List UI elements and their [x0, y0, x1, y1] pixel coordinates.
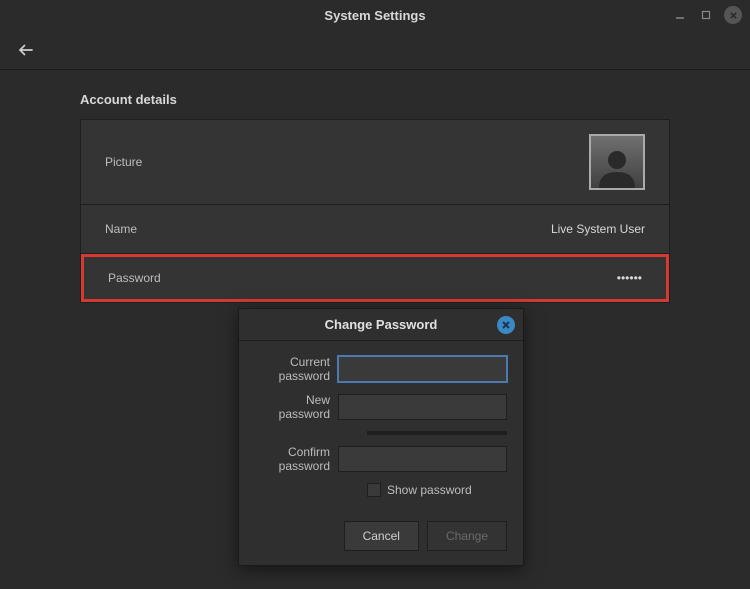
- change-password-dialog: Change Password Current password New pas…: [238, 308, 524, 566]
- current-password-input[interactable]: [338, 356, 507, 382]
- dialog-body: Current password New password Confirm pa…: [239, 341, 523, 521]
- close-icon: [501, 320, 511, 330]
- window-controls: [672, 6, 742, 24]
- minimize-button[interactable]: [672, 7, 688, 23]
- content-area: Account details Picture Name Live System…: [0, 70, 750, 325]
- current-password-label: Current password: [255, 355, 330, 383]
- name-label: Name: [105, 222, 137, 236]
- section-heading: Account details: [80, 92, 670, 107]
- account-details-box: Picture Name Live System User Password •…: [80, 119, 670, 303]
- new-password-row: New password: [255, 393, 507, 421]
- show-password-label: Show password: [387, 483, 472, 497]
- new-password-label: New password: [255, 393, 330, 421]
- show-password-checkbox[interactable]: [367, 483, 381, 497]
- confirm-password-input[interactable]: [338, 446, 507, 472]
- password-row[interactable]: Password ••••••: [81, 254, 669, 302]
- confirm-password-row: Confirm password: [255, 445, 507, 473]
- name-value: Live System User: [551, 222, 645, 236]
- password-value: ••••••: [617, 271, 642, 285]
- show-password-row: Show password: [367, 483, 507, 497]
- password-label: Password: [108, 271, 161, 285]
- dialog-header: Change Password: [239, 309, 523, 341]
- titlebar: System Settings: [0, 0, 750, 30]
- password-strength-bar: [367, 431, 507, 435]
- picture-label: Picture: [105, 155, 142, 169]
- maximize-button[interactable]: [698, 7, 714, 23]
- close-button[interactable]: [724, 6, 742, 24]
- new-password-input[interactable]: [338, 394, 507, 420]
- change-button[interactable]: Change: [427, 521, 507, 551]
- dialog-title: Change Password: [325, 317, 438, 332]
- picture-row[interactable]: Picture: [81, 120, 669, 204]
- avatar[interactable]: [589, 134, 645, 190]
- name-row[interactable]: Name Live System User: [81, 205, 669, 253]
- dialog-buttons: Cancel Change: [239, 521, 523, 565]
- confirm-password-label: Confirm password: [255, 445, 330, 473]
- current-password-row: Current password: [255, 355, 507, 383]
- toolbar: [0, 30, 750, 70]
- window-title: System Settings: [324, 8, 425, 23]
- back-button[interactable]: [14, 38, 38, 62]
- cancel-button[interactable]: Cancel: [344, 521, 419, 551]
- user-icon: [595, 144, 639, 188]
- dialog-close-button[interactable]: [497, 316, 515, 334]
